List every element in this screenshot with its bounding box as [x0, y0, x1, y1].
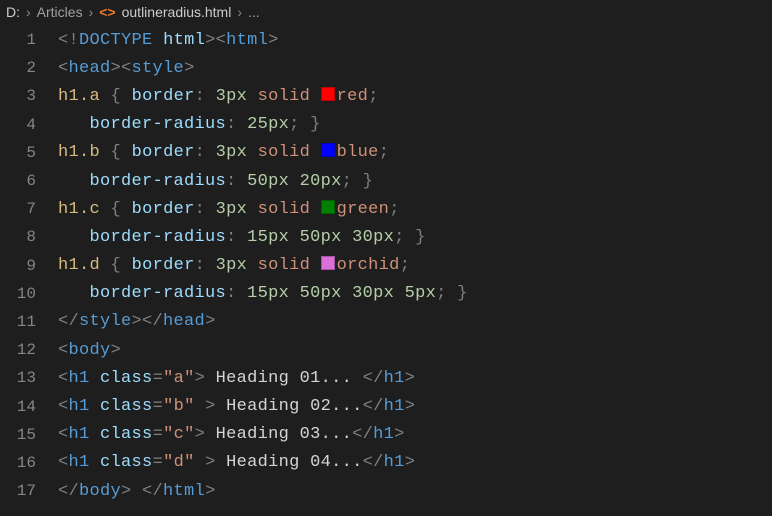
line-number: 6: [0, 172, 58, 190]
code-line[interactable]: 6 border-radius: 50px 20px; }: [0, 167, 772, 195]
breadcrumb-folder[interactable]: Articles: [37, 4, 83, 20]
color-swatch-icon[interactable]: [321, 200, 335, 214]
code-line[interactable]: 10 border-radius: 15px 50px 30px 5px; }: [0, 280, 772, 308]
chevron-right-icon: ›: [237, 4, 242, 20]
code-line[interactable]: 8 border-radius: 15px 50px 30px; }: [0, 223, 772, 251]
code-line[interactable]: 13 <h1 class="a"> Heading 01... </h1>: [0, 364, 772, 392]
line-number: 8: [0, 228, 58, 246]
line-number: 2: [0, 59, 58, 77]
breadcrumb-drive[interactable]: D:: [6, 4, 20, 20]
code-line[interactable]: 15 <h1 class="c"> Heading 03...</h1>: [0, 421, 772, 449]
line-number: 1: [0, 31, 58, 49]
line-number: 15: [0, 426, 58, 444]
line-number: 4: [0, 116, 58, 134]
line-number: 16: [0, 454, 58, 472]
line-number: 12: [0, 341, 58, 359]
line-number: 17: [0, 482, 58, 500]
code-line[interactable]: 5 h1.b { border: 3px solid blue;: [0, 139, 772, 167]
breadcrumb[interactable]: D: › Articles › <> outlineradius.html › …: [0, 0, 772, 26]
html-file-icon: <>: [99, 4, 115, 20]
chevron-right-icon: ›: [89, 4, 94, 20]
code-line[interactable]: 17 </body> </html>: [0, 477, 772, 505]
breadcrumb-file[interactable]: outlineradius.html: [122, 4, 232, 20]
code-line[interactable]: 1 <!DOCTYPE html><html>: [0, 26, 772, 54]
code-line[interactable]: 11 </style></head>: [0, 308, 772, 336]
code-line[interactable]: 16 <h1 class="d" > Heading 04...</h1>: [0, 449, 772, 477]
line-number: 7: [0, 200, 58, 218]
color-swatch-icon[interactable]: [321, 143, 335, 157]
line-number: 13: [0, 369, 58, 387]
line-number: 11: [0, 313, 58, 331]
code-line[interactable]: 12 <body>: [0, 336, 772, 364]
code-line[interactable]: 4 border-radius: 25px; }: [0, 111, 772, 139]
line-number: 9: [0, 257, 58, 275]
code-line[interactable]: 3 h1.a { border: 3px solid red;: [0, 82, 772, 110]
line-number: 10: [0, 285, 58, 303]
color-swatch-icon[interactable]: [321, 256, 335, 270]
color-swatch-icon[interactable]: [321, 87, 335, 101]
code-line[interactable]: 14 <h1 class="b" > Heading 02...</h1>: [0, 392, 772, 420]
chevron-right-icon: ›: [26, 4, 31, 20]
code-line[interactable]: 2 <head><style>: [0, 54, 772, 82]
line-number: 3: [0, 87, 58, 105]
code-editor[interactable]: 1 <!DOCTYPE html><html> 2 <head><style> …: [0, 26, 772, 505]
line-number: 5: [0, 144, 58, 162]
breadcrumb-ellipsis[interactable]: ...: [248, 4, 260, 20]
line-number: 14: [0, 398, 58, 416]
code-line[interactable]: 7 h1.c { border: 3px solid green;: [0, 195, 772, 223]
code-line[interactable]: 9 h1.d { border: 3px solid orchid;: [0, 252, 772, 280]
